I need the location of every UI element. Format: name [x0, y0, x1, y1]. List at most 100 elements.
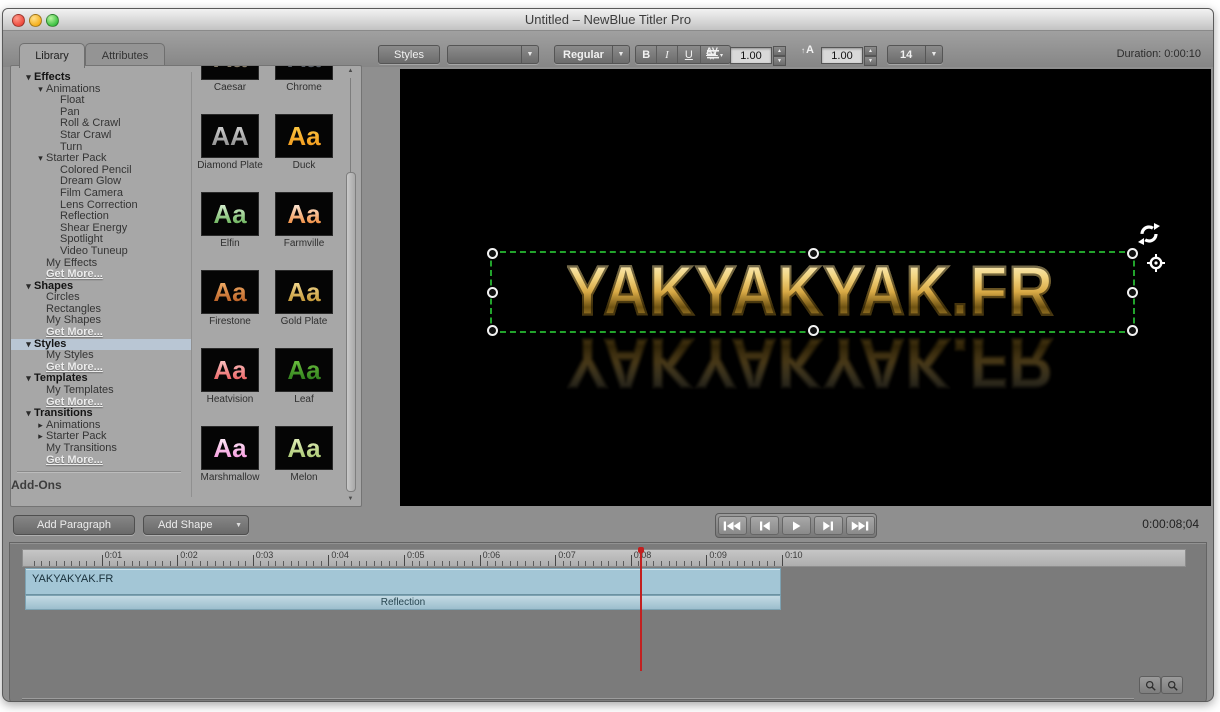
disclosure-open-icon[interactable]: ▾ [23, 72, 34, 84]
font-family-dropdown[interactable]: ▼ [447, 45, 539, 64]
font-size-dropdown[interactable]: 14 ▼ [887, 45, 943, 64]
selection-handle-middle-right[interactable] [1127, 287, 1138, 298]
title-bar[interactable]: Untitled – NewBlue Titler Pro [3, 9, 1213, 31]
style-thumbnail[interactable]: Aa [275, 348, 333, 392]
tree-item-my-transitions[interactable]: My Transitions [11, 442, 191, 455]
stepper-down-icon[interactable]: ▼ [773, 56, 786, 66]
zoom-in-button[interactable] [1139, 676, 1161, 694]
style-thumbnail[interactable]: Aa [201, 348, 259, 392]
tree-item-video-tuneup[interactable]: Video Tuneup [11, 245, 191, 258]
style-thumbnail[interactable]: Aa [275, 426, 333, 470]
tree-item-film-camera[interactable]: Film Camera [11, 187, 191, 200]
stepper-down-icon[interactable]: ▼ [864, 56, 877, 66]
scroll-up-icon[interactable]: ▲ [346, 68, 355, 74]
timeline-scrollbar-track[interactable] [22, 698, 1134, 700]
style-item-melon[interactable]: Aa Melon [268, 426, 340, 483]
styles-toolbar-button[interactable]: Styles [378, 45, 440, 64]
tree-item-transitions[interactable]: ▾ Transitions [11, 408, 191, 420]
tree-item-get-more[interactable]: Get More... [11, 454, 191, 467]
playhead[interactable] [637, 547, 644, 671]
style-item-elfin[interactable]: Aa Elfin [194, 192, 266, 249]
timeline-ruler[interactable]: 0:01 0:02 0:03 0:04 0:05 0:06 0:07 0:08 0:09 0:10 [22, 549, 1186, 567]
disclosure-open-icon[interactable]: ▾ [23, 281, 34, 293]
stepper-up-icon[interactable]: ▲ [773, 46, 786, 56]
style-thumbnail[interactable]: Aa [201, 66, 259, 80]
disclosure-open-icon[interactable]: ▾ [23, 339, 34, 351]
style-item-gold-plate[interactable]: Aa Gold Plate [268, 270, 340, 327]
leading-stepper[interactable]: ▲ ▼ [864, 46, 877, 66]
disclosure-open-icon[interactable]: ▾ [35, 84, 46, 96]
tree-item-float[interactable]: Float [11, 95, 191, 107]
selection-box[interactable] [487, 248, 1138, 336]
tree-item-rectangles[interactable]: Rectangles [11, 303, 191, 316]
style-item-marshmallow[interactable]: Aa Marshmallow [194, 426, 266, 483]
disclosure-closed-icon[interactable]: ▸ [35, 420, 46, 432]
italic-button[interactable]: I [656, 46, 676, 63]
underline-button[interactable]: U [676, 46, 700, 63]
style-item-diamond-plate[interactable]: AA Diamond Plate [194, 114, 266, 171]
style-item-heatvision[interactable]: Aa Heatvision [194, 348, 266, 405]
style-thumbnail[interactable]: Aa [275, 192, 333, 236]
style-thumbnail[interactable]: Aa [201, 192, 259, 236]
selection-handle-bottom-center[interactable] [807, 325, 819, 336]
style-thumbnail[interactable]: Aa [201, 426, 259, 470]
bold-button[interactable]: B [636, 46, 656, 63]
style-item-leaf[interactable]: Aa Leaf [268, 348, 340, 405]
leading-value-input[interactable]: 1.00 [821, 47, 863, 64]
tracking-value-input[interactable]: 1.00 [730, 47, 772, 64]
addons-section-label[interactable]: Add-Ons [11, 477, 191, 493]
style-thumbnail[interactable]: Aa [275, 270, 333, 314]
style-item-duck[interactable]: Aa Duck [268, 114, 340, 171]
style-thumbnail[interactable]: AA [201, 114, 259, 158]
disclosure-open-icon[interactable]: ▾ [35, 153, 46, 165]
rotate-icon[interactable] [1137, 222, 1161, 251]
selection-handle-bottom-right[interactable] [1127, 325, 1138, 336]
ruler-tick-minor [94, 561, 96, 566]
font-style-dropdown[interactable]: Regular ▼ [554, 45, 630, 64]
play-button[interactable] [781, 516, 811, 535]
zoom-out-button[interactable] [1161, 676, 1183, 694]
preview-canvas[interactable]: YAKYAKYAK.FR YAKYAKYAK.FR [400, 69, 1211, 506]
tree-item-effects[interactable]: ▾ Effects [11, 71, 191, 84]
tree-item-starter-pack[interactable]: ▾ Starter Pack [11, 153, 191, 165]
tree-item-reflection[interactable]: Reflection [11, 211, 191, 223]
tree-item-circles[interactable]: Circles [11, 292, 191, 304]
ruler-tick-minor [396, 561, 398, 566]
tree-item-star-crawl[interactable]: Star Crawl [11, 129, 191, 142]
style-item-firestone[interactable]: Aa Firestone [194, 270, 266, 327]
tree-item-get-more[interactable]: Get More... [11, 268, 191, 281]
selection-handle-bottom-left[interactable] [487, 325, 498, 336]
tracking-stepper[interactable]: ▲ ▼ [773, 46, 786, 66]
stepper-up-icon[interactable]: ▲ [864, 46, 877, 56]
disclosure-open-icon[interactable]: ▾ [23, 373, 34, 385]
timeline-clip[interactable]: YAKYAKYAK.FR [25, 568, 781, 595]
tree-item-my-templates[interactable]: My Templates [11, 384, 191, 397]
style-item-chrome[interactable]: Aa Chrome [268, 66, 340, 93]
styles-scrollbar[interactable]: ▲ ▼ [346, 68, 356, 502]
selection-handle-top-center[interactable] [807, 248, 819, 259]
tree-item-get-more[interactable]: Get More... [11, 326, 191, 339]
previous-frame-button[interactable] [749, 516, 779, 535]
scrollbar-thumb[interactable] [346, 172, 356, 492]
style-item-caesar[interactable]: Aa Caesar [194, 66, 266, 93]
style-thumbnail[interactable]: Aa [275, 114, 333, 158]
add-shape-button[interactable]: Add Shape ▼ [143, 515, 249, 535]
tab-library[interactable]: Library [19, 43, 85, 68]
tree-item-animations[interactable]: ▾ Animations [11, 83, 191, 96]
add-paragraph-button[interactable]: Add Paragraph [13, 515, 135, 535]
style-item-farmville[interactable]: Aa Farmville [268, 192, 340, 249]
go-to-end-button[interactable] [845, 516, 875, 535]
timeline-effect-clip[interactable]: Reflection [25, 595, 781, 610]
tree-item-shapes[interactable]: ▾ Shapes [11, 280, 191, 293]
scroll-down-icon[interactable]: ▼ [346, 496, 355, 502]
style-thumbnail[interactable]: Aa [201, 270, 259, 314]
disclosure-open-icon[interactable]: ▾ [23, 408, 34, 420]
disclosure-closed-icon[interactable]: ▸ [35, 431, 46, 443]
style-thumbnail[interactable]: Aa [275, 66, 333, 80]
selection-handle-middle-left[interactable] [487, 287, 498, 298]
go-to-start-button[interactable] [717, 516, 747, 535]
selection-handle-top-left[interactable] [487, 248, 498, 259]
next-frame-button[interactable] [813, 516, 843, 535]
tree-item-styles[interactable]: ▾ Styles [11, 338, 191, 351]
anchor-point-icon[interactable] [1147, 254, 1165, 277]
